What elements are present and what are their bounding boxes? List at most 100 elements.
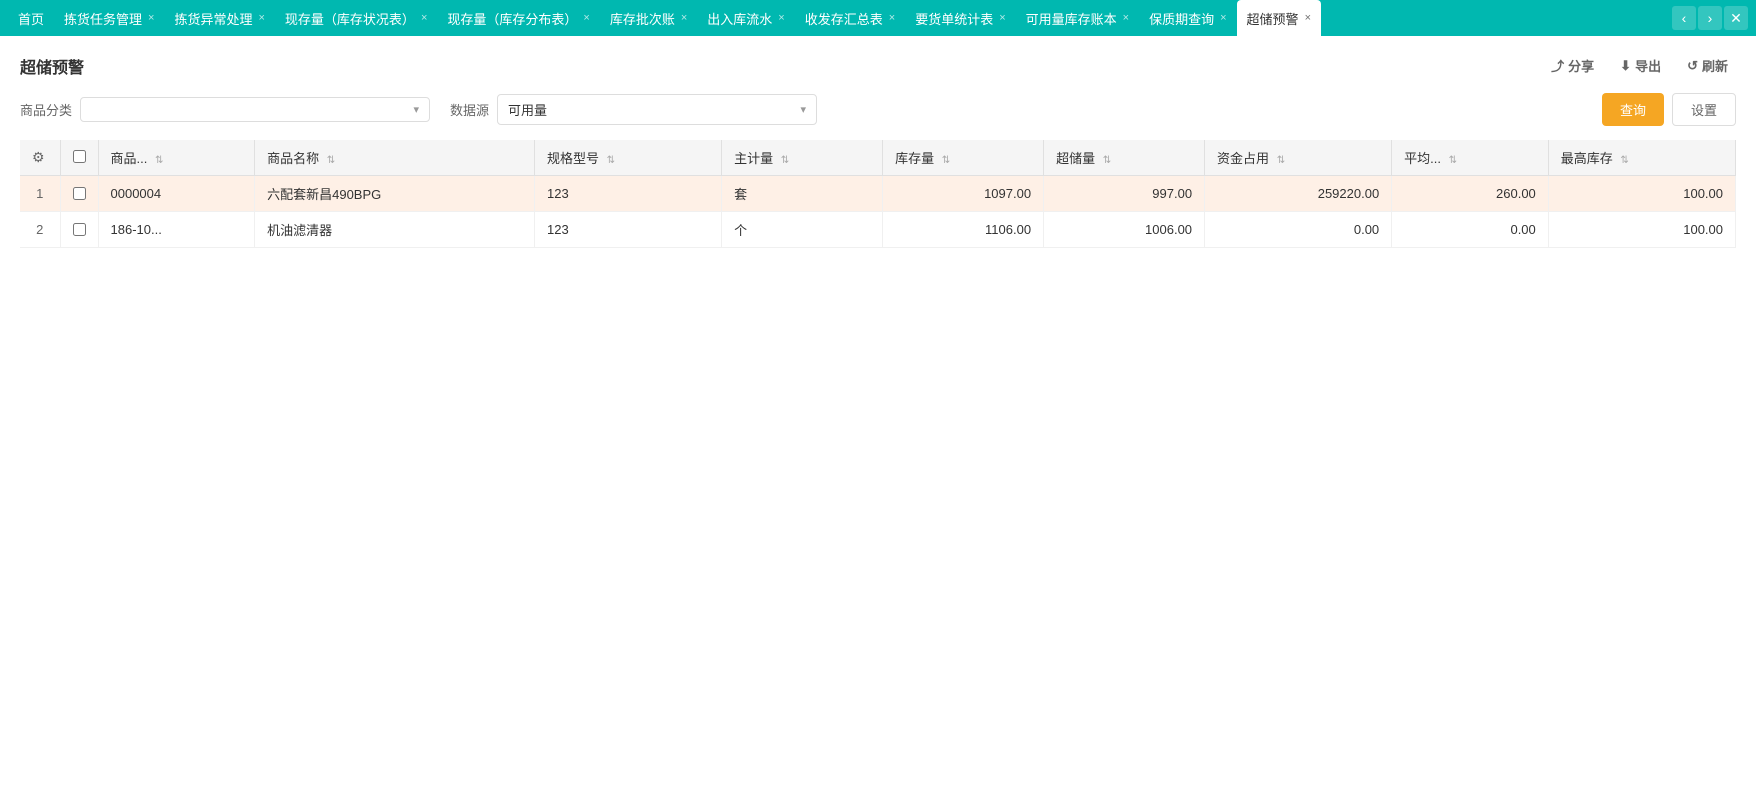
cell-spec: 123 (535, 212, 722, 248)
settings-button[interactable]: 设置 (1672, 93, 1736, 126)
cell-product-id: 186-10... (98, 212, 255, 248)
cell-overflow: 1006.00 (1044, 212, 1205, 248)
close-icon[interactable]: × (1305, 12, 1311, 24)
cell-unit: 个 (722, 212, 883, 248)
datasource-value: 可用量 (508, 100, 547, 119)
nav-item-flow[interactable]: 出入库流水 × (697, 0, 794, 36)
nav-item-usable[interactable]: 可用量库存账本 × (1016, 0, 1139, 36)
cell-product-name: 六配套新昌490BPG (255, 176, 535, 212)
cell-stock: 1106.00 (883, 212, 1044, 248)
nav-prev-button[interactable]: ‹ (1672, 6, 1696, 30)
sort-icon: ⇅ (781, 155, 789, 166)
nav-item-receive[interactable]: 收发存汇总表 × (795, 0, 905, 36)
cell-avg: 0.00 (1392, 212, 1549, 248)
chevron-down-icon: ▾ (413, 103, 419, 116)
close-icon[interactable]: × (421, 12, 427, 24)
nav-item-exception[interactable]: 拣货异常处理 × (164, 0, 274, 36)
close-icon[interactable]: × (583, 12, 589, 24)
close-icon[interactable]: × (999, 12, 1005, 24)
category-filter: 商品分类 ▾ (20, 97, 430, 122)
nav-item-inventory-dist[interactable]: 现存量（库存分布表） × (437, 0, 599, 36)
row-checkbox-cell[interactable] (60, 176, 98, 212)
export-button[interactable]: ⬇ 导出 (1612, 52, 1669, 79)
cell-spec: 123 (535, 176, 722, 212)
select-all-checkbox[interactable] (73, 150, 86, 163)
sort-icon: ⇅ (1620, 155, 1628, 166)
gear-icon: ⚙ (32, 149, 45, 165)
sort-icon: ⇅ (1277, 155, 1285, 166)
category-label: 商品分类 (20, 100, 72, 119)
cell-stock: 1097.00 (883, 176, 1044, 212)
query-button[interactable]: 查询 (1602, 93, 1664, 126)
cell-product-id: 0000004 (98, 176, 255, 212)
th-stock[interactable]: 库存量 ⇅ (883, 140, 1044, 176)
filter-bar: 商品分类 ▾ 数据源 可用量 ▾ 查询 设置 (20, 93, 1736, 126)
cell-unit: 套 (722, 176, 883, 212)
refresh-icon: ↺ (1687, 58, 1698, 74)
category-select[interactable]: ▾ (80, 97, 430, 122)
nav-item-task-mgmt[interactable]: 拣货任务管理 × (54, 0, 164, 36)
nav-item-inventory-status[interactable]: 现存量（库存状况表） × (275, 0, 437, 36)
row-checkbox-cell[interactable] (60, 212, 98, 248)
th-checkbox[interactable] (60, 140, 98, 176)
close-icon[interactable]: × (681, 12, 687, 24)
page-title: 超储预警 (20, 54, 84, 78)
table-row: 2 186-10... 机油滤清器 123 个 1106.00 1006.00 … (20, 212, 1736, 248)
cell-capital: 259220.00 (1205, 176, 1392, 212)
nav-arrows: ‹ › ✕ (1672, 6, 1748, 30)
nav-item-order-stat[interactable]: 要货单统计表 × (905, 0, 1015, 36)
sort-icon: ⇅ (1103, 155, 1111, 166)
nav-item-quality[interactable]: 保质期查询 × (1139, 0, 1236, 36)
close-icon[interactable]: × (1220, 12, 1226, 24)
filter-buttons: 查询 设置 (1602, 93, 1736, 126)
row-checkbox[interactable] (73, 187, 86, 200)
data-table: ⚙ 商品... ⇅ 商品名称 ⇅ 规格型号 ⇅ 主计量 (20, 140, 1736, 248)
th-product-id[interactable]: 商品... ⇅ (98, 140, 255, 176)
chevron-down-icon: ▾ (801, 103, 807, 116)
refresh-button[interactable]: ↺ 刷新 (1679, 52, 1736, 79)
cell-capital: 0.00 (1205, 212, 1392, 248)
sort-icon: ⇅ (327, 155, 335, 166)
row-checkbox[interactable] (73, 223, 86, 236)
share-icon: ⤴ (1551, 56, 1564, 75)
table-header-row: ⚙ 商品... ⇅ 商品名称 ⇅ 规格型号 ⇅ 主计量 (20, 140, 1736, 176)
nav-item-overstock[interactable]: 超储预警 × (1237, 0, 1321, 36)
nav-close-button[interactable]: ✕ (1724, 6, 1748, 30)
close-icon[interactable]: × (778, 12, 784, 24)
cell-product-name: 机油滤清器 (255, 212, 535, 248)
th-overflow[interactable]: 超储量 ⇅ (1044, 140, 1205, 176)
close-icon[interactable]: × (258, 12, 264, 24)
row-number: 2 (20, 212, 60, 248)
page-content: 超储预警 ⤴ 分享 ⬇ 导出 ↺ 刷新 商品分类 ▾ 数据源 (0, 36, 1756, 264)
row-number: 1 (20, 176, 60, 212)
sort-icon: ⇅ (607, 155, 615, 166)
sort-icon: ⇅ (155, 155, 163, 166)
sort-icon: ⇅ (1449, 155, 1457, 166)
nav-item-home[interactable]: 首页 (8, 0, 54, 36)
th-settings[interactable]: ⚙ (20, 140, 60, 176)
th-capital[interactable]: 资金占用 ⇅ (1205, 140, 1392, 176)
cell-avg: 260.00 (1392, 176, 1549, 212)
nav-next-button[interactable]: › (1698, 6, 1722, 30)
cell-max-stock: 100.00 (1548, 212, 1735, 248)
th-max-stock[interactable]: 最高库存 ⇅ (1548, 140, 1735, 176)
datasource-label: 数据源 (450, 100, 489, 119)
nav-item-batch[interactable]: 库存批次账 × (600, 0, 697, 36)
table-row: 1 0000004 六配套新昌490BPG 123 套 1097.00 997.… (20, 176, 1736, 212)
cell-max-stock: 100.00 (1548, 176, 1735, 212)
th-avg[interactable]: 平均... ⇅ (1392, 140, 1549, 176)
datasource-filter: 数据源 可用量 ▾ (450, 94, 817, 125)
th-spec[interactable]: 规格型号 ⇅ (535, 140, 722, 176)
th-product-name[interactable]: 商品名称 ⇅ (255, 140, 535, 176)
top-nav: 首页 拣货任务管理 × 拣货异常处理 × 现存量（库存状况表） × 现存量（库存… (0, 0, 1756, 36)
page-title-row: 超储预警 ⤴ 分享 ⬇ 导出 ↺ 刷新 (20, 52, 1736, 79)
th-unit[interactable]: 主计量 ⇅ (722, 140, 883, 176)
share-button[interactable]: ⤴ 分享 (1543, 52, 1602, 79)
close-icon[interactable]: × (889, 12, 895, 24)
cell-overflow: 997.00 (1044, 176, 1205, 212)
close-icon[interactable]: × (148, 12, 154, 24)
sort-icon: ⇅ (942, 155, 950, 166)
page-actions: ⤴ 分享 ⬇ 导出 ↺ 刷新 (1543, 52, 1736, 79)
close-icon[interactable]: × (1123, 12, 1129, 24)
datasource-select[interactable]: 可用量 ▾ (497, 94, 817, 125)
